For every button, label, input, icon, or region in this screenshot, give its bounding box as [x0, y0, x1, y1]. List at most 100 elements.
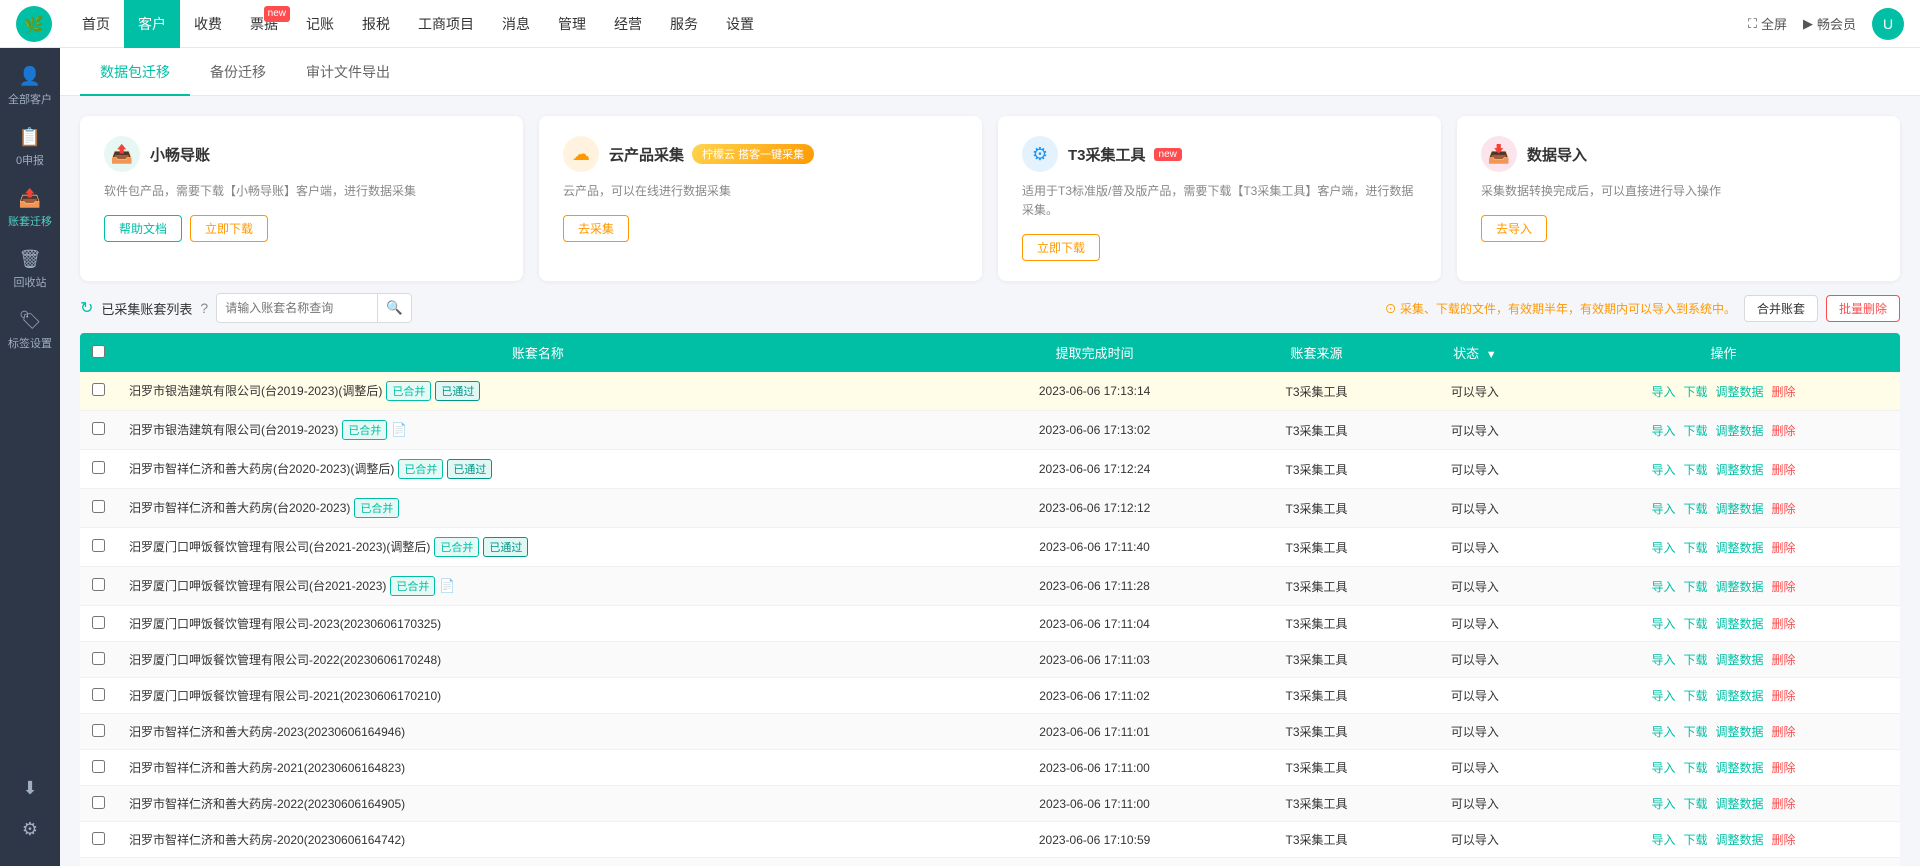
action-下载[interactable]: 下载	[1684, 689, 1708, 703]
action-导入[interactable]: 导入	[1652, 689, 1676, 703]
nav-service[interactable]: 服务	[656, 0, 712, 48]
action-导入[interactable]: 导入	[1652, 385, 1676, 399]
nav-tax[interactable]: 报税	[348, 0, 404, 48]
action-删除[interactable]: 删除	[1772, 797, 1796, 811]
row-checkbox[interactable]	[92, 832, 105, 845]
action-导入[interactable]: 导入	[1652, 797, 1676, 811]
action-下载[interactable]: 下载	[1684, 424, 1708, 438]
file-icon[interactable]: 📄	[439, 578, 455, 593]
action-删除[interactable]: 删除	[1772, 502, 1796, 516]
action-导入[interactable]: 导入	[1652, 580, 1676, 594]
action-删除[interactable]: 删除	[1772, 689, 1796, 703]
search-button[interactable]: 🔍	[377, 294, 411, 322]
user-avatar[interactable]: U	[1872, 8, 1904, 40]
nav-business[interactable]: 工商项目	[404, 0, 488, 48]
row-checkbox[interactable]	[92, 461, 105, 474]
action-下载[interactable]: 下载	[1684, 502, 1708, 516]
select-all-checkbox[interactable]	[92, 345, 105, 358]
action-下载[interactable]: 下载	[1684, 761, 1708, 775]
action-调整数据[interactable]: 调整数据	[1716, 580, 1764, 594]
status-filter-icon[interactable]: ▼	[1486, 349, 1497, 361]
action-导入[interactable]: 导入	[1652, 541, 1676, 555]
row-checkbox[interactable]	[92, 539, 105, 552]
go-collect-button[interactable]: 去采集	[563, 215, 629, 242]
action-调整数据[interactable]: 调整数据	[1716, 424, 1764, 438]
file-icon[interactable]: 📄	[391, 422, 407, 437]
sidebar-item-account-migration[interactable]: 📤 账套迁移	[0, 178, 60, 239]
action-删除[interactable]: 删除	[1772, 424, 1796, 438]
help-icon[interactable]: ?	[200, 300, 208, 316]
sidebar-item-tags[interactable]: 🏷 标签设置	[0, 300, 60, 361]
nav-message[interactable]: 消息	[488, 0, 544, 48]
action-导入[interactable]: 导入	[1652, 833, 1676, 847]
app-logo[interactable]: 🌿	[16, 6, 52, 42]
row-checkbox[interactable]	[92, 500, 105, 513]
action-删除[interactable]: 删除	[1772, 833, 1796, 847]
action-调整数据[interactable]: 调整数据	[1716, 463, 1764, 477]
row-checkbox[interactable]	[92, 616, 105, 629]
row-checkbox[interactable]	[92, 688, 105, 701]
t3-download-button[interactable]: 立即下载	[1022, 234, 1100, 261]
merge-accounts-button[interactable]: 合并账套	[1744, 295, 1818, 322]
action-删除[interactable]: 删除	[1772, 385, 1796, 399]
action-导入[interactable]: 导入	[1652, 424, 1676, 438]
sidebar-item-user-settings[interactable]: ⚙	[18, 809, 42, 850]
action-下载[interactable]: 下载	[1684, 580, 1708, 594]
action-删除[interactable]: 删除	[1772, 725, 1796, 739]
nav-operation[interactable]: 经营	[600, 0, 656, 48]
action-调整数据[interactable]: 调整数据	[1716, 385, 1764, 399]
action-删除[interactable]: 删除	[1772, 541, 1796, 555]
action-调整数据[interactable]: 调整数据	[1716, 617, 1764, 631]
row-checkbox[interactable]	[92, 383, 105, 396]
nav-manage[interactable]: 管理	[544, 0, 600, 48]
action-删除[interactable]: 删除	[1772, 617, 1796, 631]
row-checkbox[interactable]	[92, 796, 105, 809]
action-调整数据[interactable]: 调整数据	[1716, 653, 1764, 667]
action-导入[interactable]: 导入	[1652, 725, 1676, 739]
action-导入[interactable]: 导入	[1652, 617, 1676, 631]
action-删除[interactable]: 删除	[1772, 580, 1796, 594]
nav-customer[interactable]: 客户	[124, 0, 180, 48]
action-调整数据[interactable]: 调整数据	[1716, 541, 1764, 555]
nav-settings[interactable]: 设置	[712, 0, 768, 48]
tab-audit-export[interactable]: 审计文件导出	[286, 48, 410, 96]
go-import-button[interactable]: 去导入	[1481, 215, 1547, 242]
action-调整数据[interactable]: 调整数据	[1716, 761, 1764, 775]
nav-invoice[interactable]: 票据 new	[236, 0, 292, 48]
action-下载[interactable]: 下载	[1684, 463, 1708, 477]
download-now-button[interactable]: 立即下载	[190, 215, 268, 242]
action-导入[interactable]: 导入	[1652, 653, 1676, 667]
action-下载[interactable]: 下载	[1684, 541, 1708, 555]
action-下载[interactable]: 下载	[1684, 617, 1708, 631]
refresh-icon[interactable]: ↻	[80, 298, 93, 318]
action-调整数据[interactable]: 调整数据	[1716, 689, 1764, 703]
cloud-collect-badge-button[interactable]: 柠檬云 搭客一键采集	[692, 144, 814, 164]
batch-delete-button[interactable]: 批量删除	[1826, 295, 1900, 322]
sidebar-item-download[interactable]: ⬇	[18, 768, 42, 809]
row-checkbox[interactable]	[92, 724, 105, 737]
help-doc-button[interactable]: 帮助文档	[104, 215, 182, 242]
row-checkbox[interactable]	[92, 652, 105, 665]
action-下载[interactable]: 下载	[1684, 385, 1708, 399]
search-input[interactable]	[217, 294, 377, 322]
action-下载[interactable]: 下载	[1684, 653, 1708, 667]
row-checkbox[interactable]	[92, 422, 105, 435]
action-调整数据[interactable]: 调整数据	[1716, 725, 1764, 739]
sidebar-item-all-customers[interactable]: 👤 全部客户	[0, 56, 60, 117]
action-导入[interactable]: 导入	[1652, 761, 1676, 775]
action-删除[interactable]: 删除	[1772, 761, 1796, 775]
row-checkbox[interactable]	[92, 578, 105, 591]
action-调整数据[interactable]: 调整数据	[1716, 833, 1764, 847]
action-下载[interactable]: 下载	[1684, 833, 1708, 847]
action-调整数据[interactable]: 调整数据	[1716, 797, 1764, 811]
nav-home[interactable]: 首页	[68, 0, 124, 48]
action-下载[interactable]: 下载	[1684, 725, 1708, 739]
action-导入[interactable]: 导入	[1652, 502, 1676, 516]
nav-fee[interactable]: 收费	[180, 0, 236, 48]
action-删除[interactable]: 删除	[1772, 463, 1796, 477]
nav-bookkeeping[interactable]: 记账	[292, 0, 348, 48]
sidebar-item-zero-report[interactable]: 📋 0申报	[0, 117, 60, 178]
row-checkbox[interactable]	[92, 760, 105, 773]
tab-backup-migration[interactable]: 备份迁移	[190, 48, 286, 96]
tab-data-migration[interactable]: 数据包迁移	[80, 48, 190, 96]
